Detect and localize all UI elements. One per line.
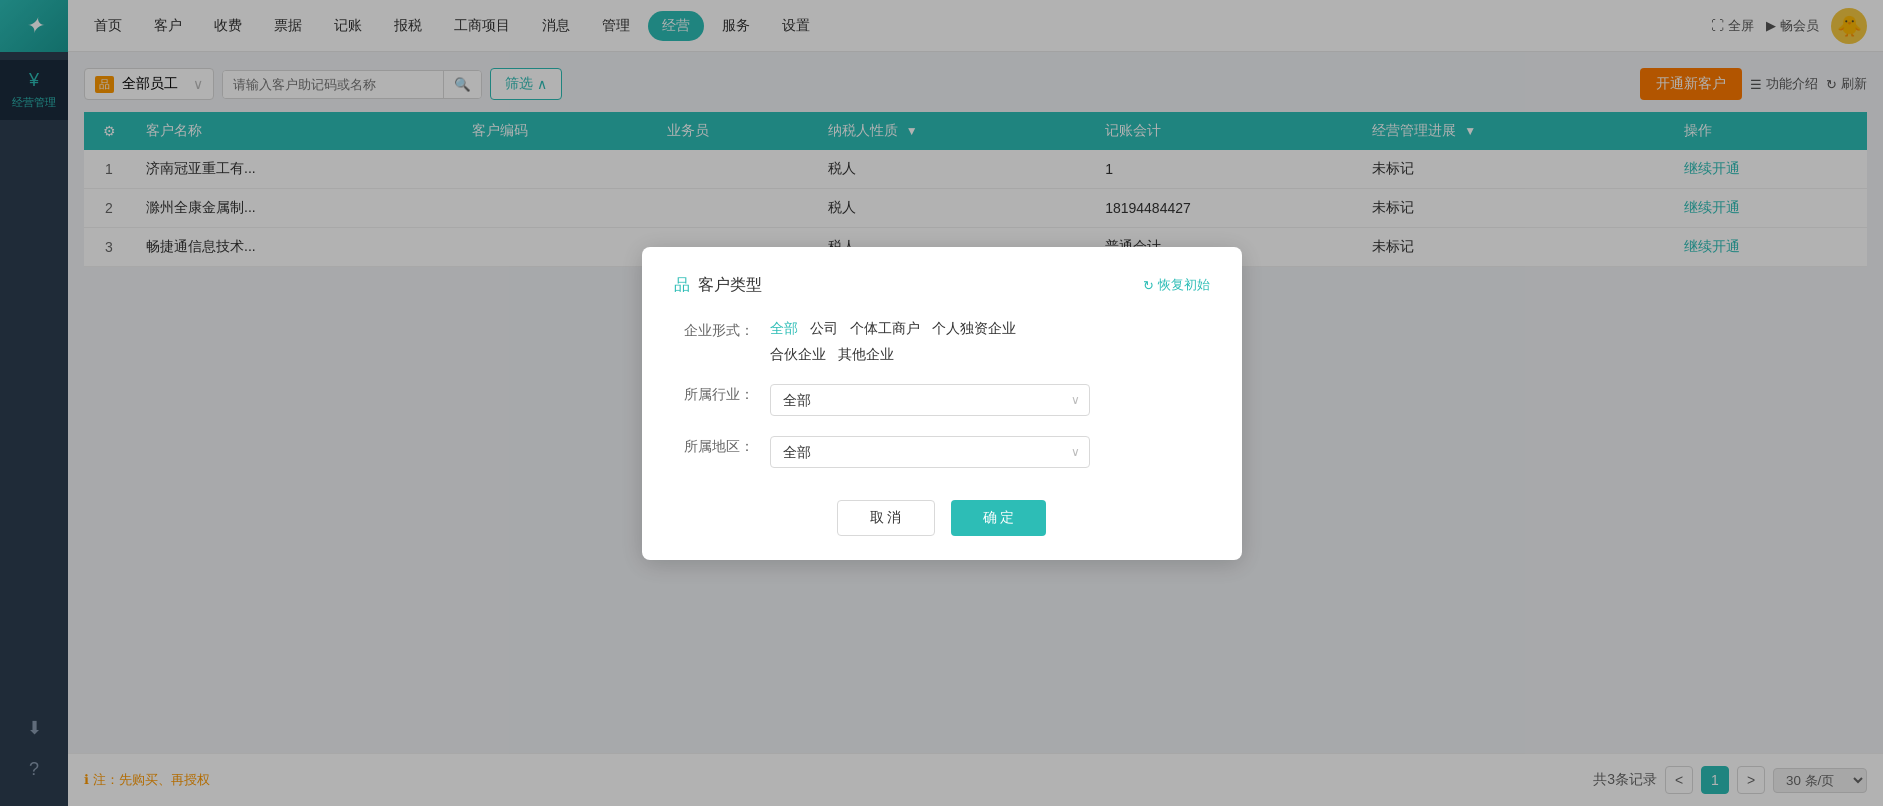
reset-label: 恢复初始	[1158, 276, 1210, 294]
type-option-company[interactable]: 公司	[810, 320, 838, 338]
cancel-button[interactable]: 取 消	[837, 500, 935, 536]
region-select-wrapper: 全部 ∨	[770, 436, 1090, 468]
enterprise-form-label: 企业形式：	[674, 320, 754, 340]
type-option-all[interactable]: 全部	[770, 320, 798, 338]
region-form-row: 所属地区： 全部 ∨	[674, 436, 1210, 468]
modal-title-text: 客户类型	[698, 275, 762, 296]
type-option-sole[interactable]: 个人独资企业	[932, 320, 1016, 338]
modal-footer: 取 消 确 定	[674, 500, 1210, 536]
industry-select[interactable]: 全部	[770, 384, 1090, 416]
confirm-button[interactable]: 确 定	[951, 500, 1047, 536]
industry-content: 全部 ∨	[770, 384, 1210, 416]
modal-title: 品 客户类型	[674, 275, 762, 296]
industry-form-row: 所属行业： 全部 ∨	[674, 384, 1210, 416]
type-option-partnership[interactable]: 合伙企业	[770, 346, 826, 364]
industry-label: 所属行业：	[674, 384, 754, 404]
reset-button[interactable]: ↻ 恢复初始	[1143, 276, 1210, 294]
filter-modal: 品 客户类型 ↻ 恢复初始 企业形式： 全部 公司 个体工商户 个人独资企业 合…	[642, 247, 1242, 560]
industry-select-wrapper: 全部 ∨	[770, 384, 1090, 416]
enterprise-options: 全部 公司 个体工商户 个人独资企业 合伙企业 其他企业	[770, 320, 1210, 364]
type-options: 全部 公司 个体工商户 个人独资企业	[770, 320, 1210, 338]
type-option-individual[interactable]: 个体工商户	[850, 320, 920, 338]
region-select[interactable]: 全部	[770, 436, 1090, 468]
enterprise-form-row: 企业形式： 全部 公司 个体工商户 个人独资企业 合伙企业 其他企业	[674, 320, 1210, 364]
modal-overlay: 品 客户类型 ↻ 恢复初始 企业形式： 全部 公司 个体工商户 个人独资企业 合…	[0, 0, 1883, 806]
region-label: 所属地区：	[674, 436, 754, 456]
region-content: 全部 ∨	[770, 436, 1210, 468]
modal-title-icon: 品	[674, 275, 690, 296]
type-option-other[interactable]: 其他企业	[838, 346, 894, 364]
reset-icon: ↻	[1143, 278, 1154, 293]
type-options-row2: 合伙企业 其他企业	[770, 346, 1210, 364]
modal-header: 品 客户类型 ↻ 恢复初始	[674, 275, 1210, 296]
